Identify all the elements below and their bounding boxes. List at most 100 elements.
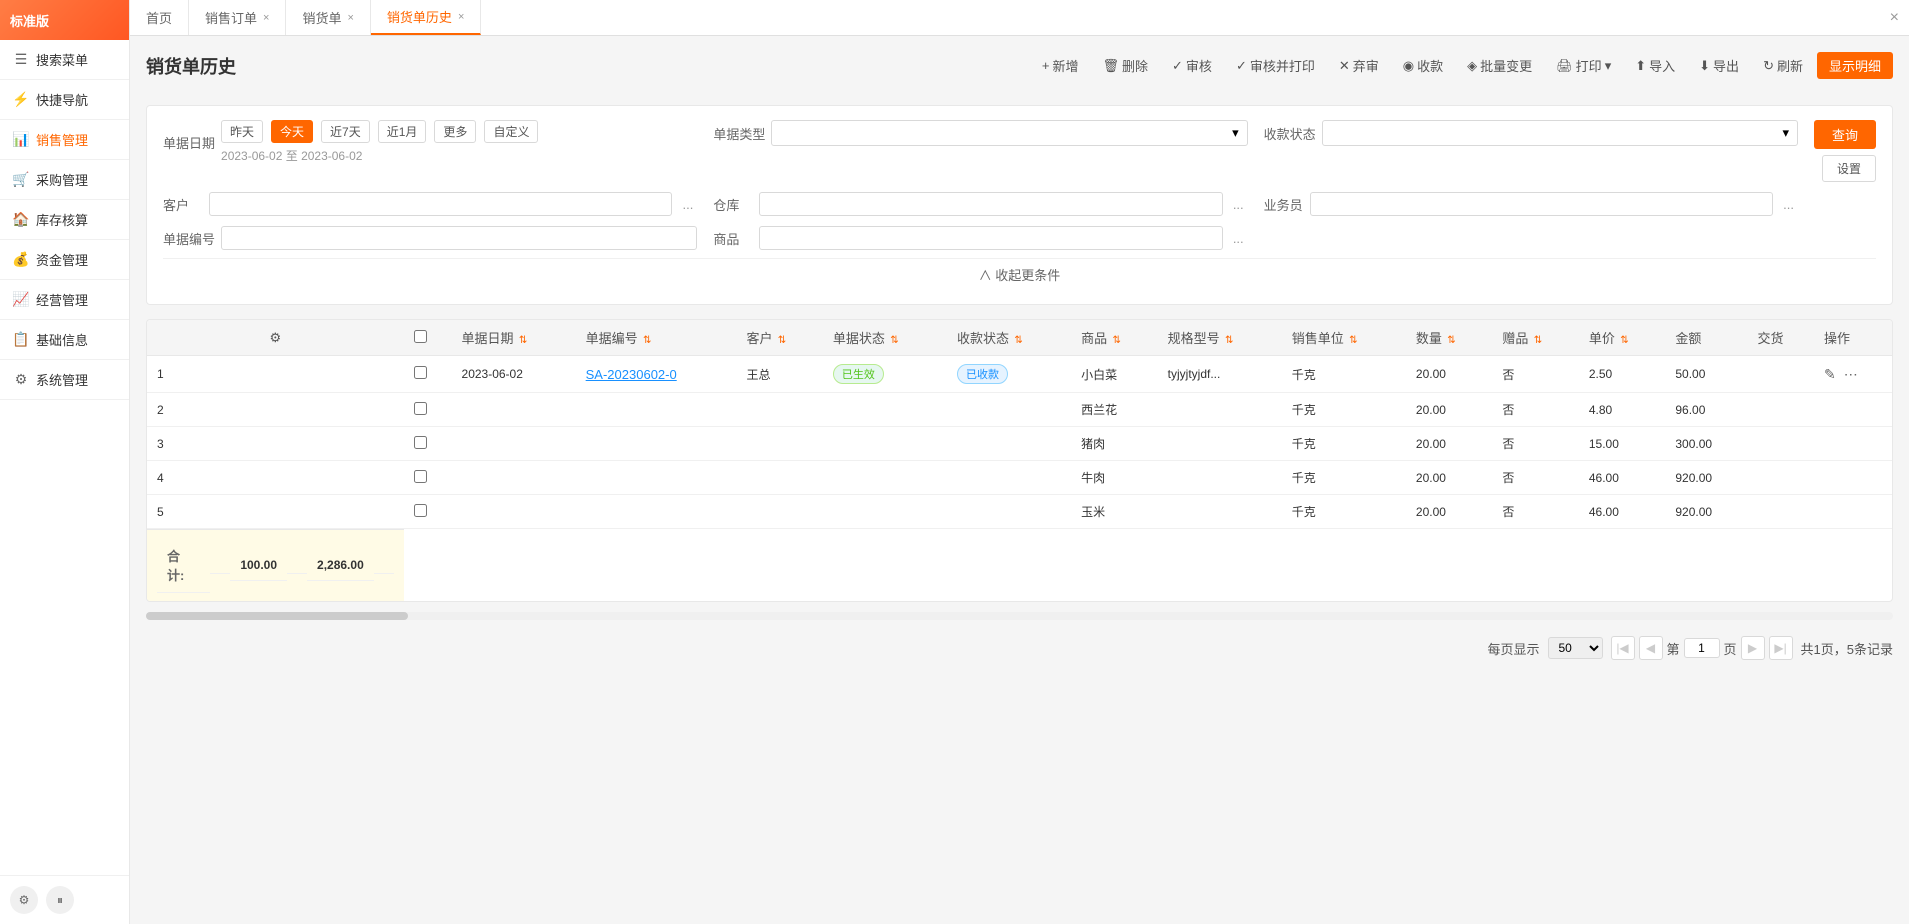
row-checkbox[interactable] <box>414 366 427 379</box>
audit-print-button[interactable]: ✓ 审核并打印 <box>1226 52 1325 79</box>
settings-button[interactable]: 设置 <box>1822 155 1876 182</box>
date-btn-more[interactable]: 更多 <box>434 120 476 143</box>
cell-checkbox[interactable] <box>404 427 452 461</box>
cell-checkbox[interactable] <box>404 461 452 495</box>
cell-collect-status <box>947 461 1071 495</box>
delete-button[interactable]: 🗑 删除 <box>1092 52 1158 79</box>
th-customer[interactable]: 客户 ⇅ <box>736 320 822 356</box>
collapse-bar[interactable]: ∧ 收起更条件 <box>163 258 1876 290</box>
more-icon[interactable]: ⋯ <box>1844 366 1858 383</box>
import-button[interactable]: ⬆ 导入 <box>1625 52 1685 79</box>
date-buttons: 昨天 今天 近7天 近1月 更多 自定义 <box>221 120 697 143</box>
date-btn-today[interactable]: 今天 <box>271 120 313 143</box>
th-qty[interactable]: 数量 ⇅ <box>1406 320 1492 356</box>
th-collect-status[interactable]: 收款状态 ⇅ <box>947 320 1071 356</box>
sidebar-item-inventory[interactable]: 🏠 库存核算 <box>0 200 129 240</box>
cell-amount: 96.00 <box>1665 393 1747 427</box>
sidebar-item-purchase[interactable]: 🛒 采购管理 <box>0 160 129 200</box>
discard-button[interactable]: ✕ 弃审 <box>1329 52 1389 79</box>
collect-status-dropdown-icon: ▾ <box>1782 125 1789 141</box>
date-label: 单据日期 <box>163 133 215 152</box>
cell-doc-no <box>576 461 737 495</box>
doc-no-link[interactable]: SA-20230602-0 <box>586 367 677 382</box>
next-page-btn[interactable]: ▶ <box>1741 636 1765 660</box>
sidebar-item-quick[interactable]: ⚡ 快捷导航 <box>0 80 129 120</box>
last-page-btn[interactable]: ▶| <box>1769 636 1793 660</box>
print-button[interactable]: 🖨 打印 ▾ <box>1546 52 1621 79</box>
warehouse-dots[interactable]: ... <box>1229 197 1248 212</box>
th-unit[interactable]: 销售单位 ⇅ <box>1282 320 1406 356</box>
th-doc-status[interactable]: 单据状态 ⇅ <box>823 320 947 356</box>
scrollbar-thumb[interactable] <box>146 612 408 620</box>
sidebar-item-sales[interactable]: 📊 销售管理 <box>0 120 129 160</box>
staff-dots[interactable]: ... <box>1779 197 1798 212</box>
page-input[interactable] <box>1684 638 1720 658</box>
th-checkbox[interactable] <box>404 320 452 356</box>
date-btn-month1[interactable]: 近1月 <box>378 120 427 143</box>
th-settings[interactable]: ⚙ <box>147 320 404 356</box>
tab-close-sales-history[interactable]: × <box>458 11 464 23</box>
sidebar-item-system[interactable]: ⚙ 系统管理 <box>0 360 129 400</box>
sort-customer-icon: ⇅ <box>778 335 786 346</box>
query-button[interactable]: 查询 <box>1814 120 1876 149</box>
tab-sales-order[interactable]: 销售订单 × <box>189 0 286 35</box>
th-unit-price[interactable]: 单价 ⇅ <box>1579 320 1665 356</box>
per-page-select[interactable]: 50 100 200 <box>1548 637 1603 659</box>
select-all-checkbox[interactable] <box>414 330 427 343</box>
th-spec[interactable]: 规格型号 ⇅ <box>1158 320 1282 356</box>
date-btn-custom[interactable]: 自定义 <box>484 120 538 143</box>
date-btn-week7[interactable]: 近7天 <box>321 120 370 143</box>
sort-docstatus-icon: ⇅ <box>890 335 898 346</box>
staff-input[interactable] <box>1310 192 1773 216</box>
tab-close-sales-order[interactable]: × <box>263 12 269 24</box>
th-doc-no[interactable]: 单据编号 ⇅ <box>576 320 737 356</box>
sidebar-pause-icon[interactable]: ⏸ <box>46 886 74 914</box>
collect-button[interactable]: ◉ 收款 <box>1393 52 1453 79</box>
tab-sales-goods[interactable]: 销货单 × <box>286 0 370 35</box>
audit-button[interactable]: ✓ 审核 <box>1162 52 1222 79</box>
cell-checkbox[interactable] <box>404 356 452 393</box>
refresh-button[interactable]: ↻ 刷新 <box>1753 52 1813 79</box>
edit-icon[interactable]: ✎ <box>1824 366 1836 383</box>
first-page-btn[interactable]: |◀ <box>1611 636 1635 660</box>
customer-input[interactable] <box>209 192 672 216</box>
cell-checkbox[interactable] <box>404 495 452 529</box>
th-date[interactable]: 单据日期 ⇅ <box>452 320 576 356</box>
sidebar-item-search[interactable]: ☰ 搜索菜单 <box>0 40 129 80</box>
row-checkbox[interactable] <box>414 402 427 415</box>
show-detail-button[interactable]: 显示明细 <box>1817 52 1893 79</box>
collect-status-select[interactable]: ▾ <box>1322 120 1798 146</box>
cell-trade <box>1747 495 1814 529</box>
sidebar-item-basic[interactable]: 📋 基础信息 <box>0 320 129 360</box>
sidebar-item-operation[interactable]: 📈 经营管理 <box>0 280 129 320</box>
goods-input[interactable] <box>759 226 1222 250</box>
add-button[interactable]: + 新增 <box>1032 52 1089 79</box>
sidebar-settings-icon[interactable]: ⚙ <box>10 886 38 914</box>
prev-page-btn[interactable]: ◀ <box>1639 636 1663 660</box>
action-icons: ✎⋯ <box>1824 366 1882 383</box>
tab-home[interactable]: 首页 <box>130 0 189 35</box>
th-gift[interactable]: 赠品 ⇅ <box>1492 320 1578 356</box>
warehouse-input[interactable] <box>759 192 1222 216</box>
cell-unit: 千克 <box>1282 427 1406 461</box>
cell-amount: 920.00 <box>1665 461 1747 495</box>
sidebar-item-finance[interactable]: 💰 资金管理 <box>0 240 129 280</box>
batch-change-button[interactable]: ◈ 批量变更 <box>1457 52 1542 79</box>
cell-checkbox[interactable] <box>404 393 452 427</box>
tab-sales-history[interactable]: 销货单历史 × <box>371 0 481 35</box>
export-button[interactable]: ⬇ 导出 <box>1689 52 1749 79</box>
tab-close-all[interactable]: × <box>1890 9 1909 27</box>
doc-no-input[interactable] <box>221 226 697 250</box>
th-goods[interactable]: 商品 ⇅ <box>1071 320 1157 356</box>
tab-close-sales-goods[interactable]: × <box>347 12 353 24</box>
doc-type-select[interactable]: ▾ <box>771 120 1247 146</box>
row-checkbox[interactable] <box>414 436 427 449</box>
goods-dots[interactable]: ... <box>1229 231 1248 246</box>
date-btn-yesterday[interactable]: 昨天 <box>221 120 263 143</box>
row-checkbox[interactable] <box>414 504 427 517</box>
row-checkbox[interactable] <box>414 470 427 483</box>
cell-customer <box>736 393 822 427</box>
horizontal-scrollbar[interactable] <box>146 612 1893 620</box>
cell-date <box>452 393 576 427</box>
customer-dots[interactable]: ... <box>678 197 697 212</box>
